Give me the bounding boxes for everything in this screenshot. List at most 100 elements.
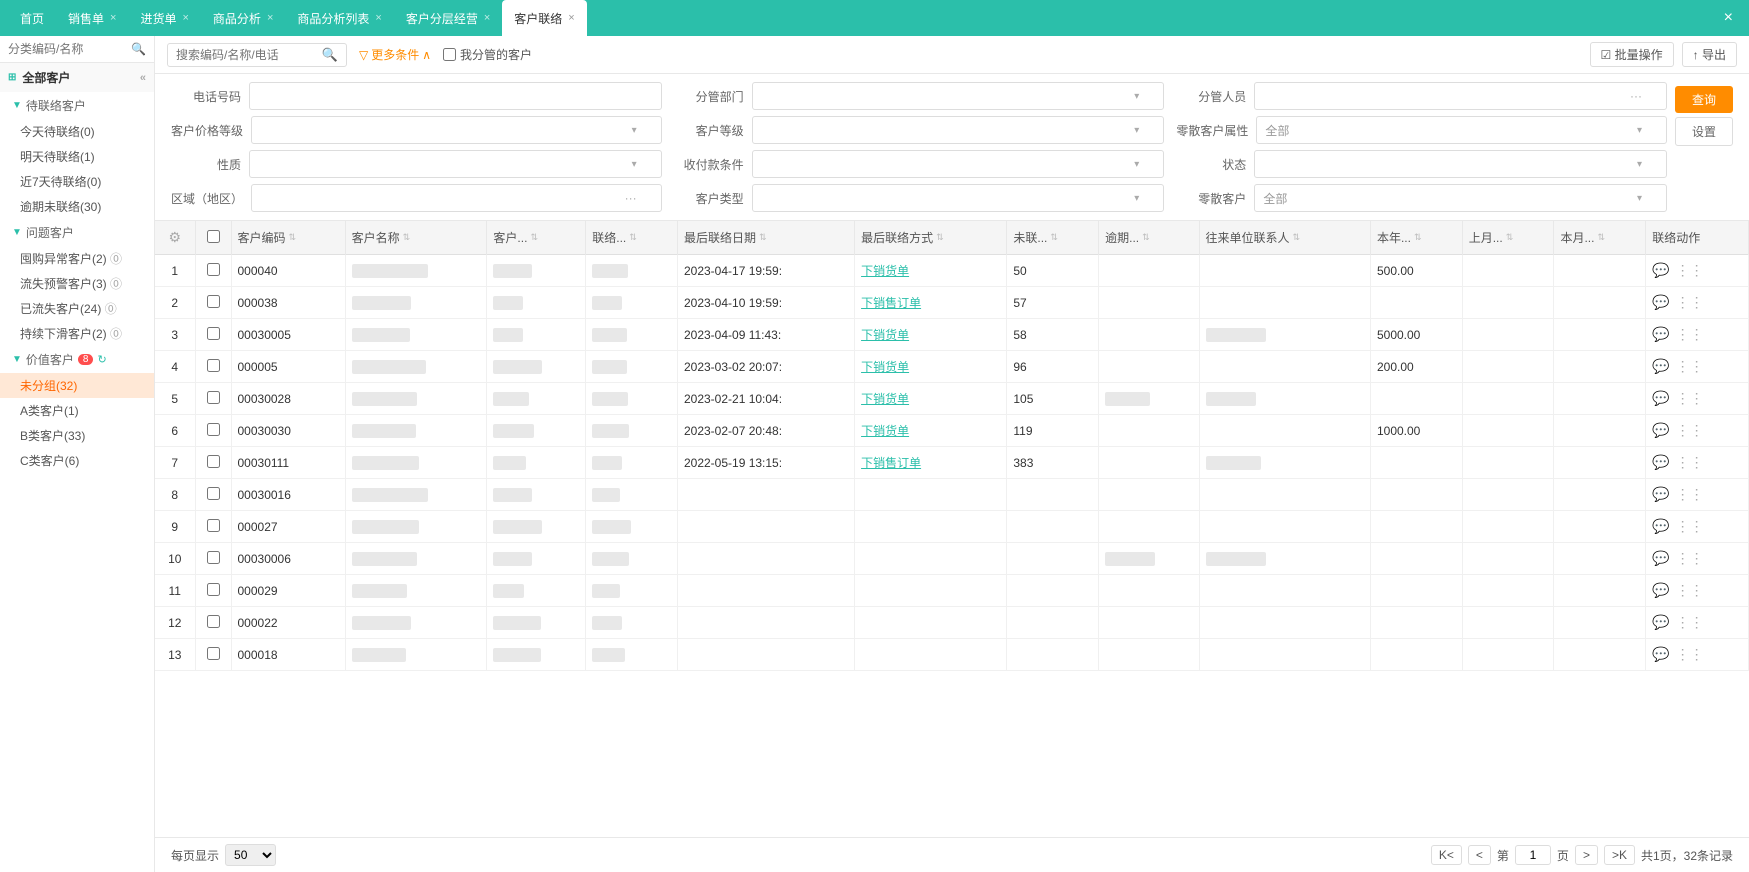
sidebar-item-class-b[interactable]: B类客户(33) <box>0 423 154 448</box>
more-actions-icon[interactable]: ⋮⋮ <box>1676 518 1704 535</box>
message-icon[interactable]: 💬 <box>1652 358 1669 375</box>
more-actions-icon[interactable]: ⋮⋮ <box>1676 486 1704 503</box>
more-actions-icon[interactable]: ⋮⋮ <box>1676 582 1704 599</box>
my-customers-check[interactable] <box>443 48 456 61</box>
more-actions-icon[interactable]: ⋮⋮ <box>1676 614 1704 631</box>
row-select-checkbox[interactable] <box>207 359 220 372</box>
message-icon[interactable]: 💬 <box>1652 550 1669 567</box>
row-select-checkbox[interactable] <box>207 391 220 404</box>
query-button[interactable]: 查询 <box>1675 86 1733 113</box>
search-input[interactable] <box>176 48 322 62</box>
message-icon[interactable]: 💬 <box>1652 518 1669 535</box>
close-icon[interactable]: × <box>375 12 381 24</box>
nature-select[interactable]: ▾ <box>249 150 662 178</box>
sidebar-item-tomorrow[interactable]: 明天待联络(1) <box>0 144 154 169</box>
status-select[interactable]: ▾ <box>1254 150 1667 178</box>
close-icon[interactable]: × <box>182 12 188 24</box>
page-number-input[interactable] <box>1515 845 1551 865</box>
more-conditions-button[interactable]: ▽ 更多条件 ∧ <box>359 46 431 63</box>
sidebar-item-overdue[interactable]: 逾期未联络(30) <box>0 194 154 219</box>
message-icon[interactable]: 💬 <box>1652 422 1669 439</box>
more-actions-icon[interactable]: ⋮⋮ <box>1676 550 1704 567</box>
close-icon[interactable]: × <box>484 12 490 24</box>
more-actions-icon[interactable]: ⋮⋮ <box>1676 390 1704 407</box>
sidebar-item-abnormal-hoarding[interactable]: 囤购异常客户(2) ⓪ <box>0 246 154 271</box>
message-icon[interactable]: 💬 <box>1652 454 1669 471</box>
close-icon[interactable]: × <box>568 12 574 24</box>
dept-select[interactable]: ▾ <box>752 82 1165 110</box>
prev-page-button[interactable]: < <box>1468 845 1491 865</box>
nav-tab-home[interactable]: 首页 <box>8 0 56 36</box>
manager-select[interactable]: ··· <box>1254 82 1667 110</box>
export-button[interactable]: ↑ 导出 <box>1682 42 1737 67</box>
per-page-select[interactable]: 50 100 200 <box>225 844 276 866</box>
group-value-customers[interactable]: ▼ 价值客户 8 ↻ <box>0 346 154 373</box>
sidebar-item-churned[interactable]: 已流失客户(24) ⓪ <box>0 296 154 321</box>
row-select-checkbox[interactable] <box>207 423 220 436</box>
search-icon[interactable]: 🔍 <box>322 47 338 63</box>
method-link[interactable]: 下销货单 <box>861 360 909 374</box>
more-actions-icon[interactable]: ⋮⋮ <box>1676 646 1704 663</box>
row-select-checkbox[interactable] <box>207 455 220 468</box>
row-select-checkbox[interactable] <box>207 615 220 628</box>
message-icon[interactable]: 💬 <box>1652 294 1669 311</box>
phone-input[interactable] <box>249 82 662 110</box>
nav-tab-purchase[interactable]: 进货单 × <box>128 0 200 36</box>
retail-customer-select[interactable]: 全部 ▾ <box>1254 184 1667 212</box>
sidebar-search-icon[interactable]: 🔍 <box>131 42 146 56</box>
select-all-checkbox[interactable] <box>207 230 220 243</box>
nav-tab-customer-contact[interactable]: 客户联络 × <box>502 0 586 36</box>
more-actions-icon[interactable]: ⋮⋮ <box>1676 454 1704 471</box>
customer-level-select[interactable]: ▾ <box>752 116 1165 144</box>
close-icon[interactable]: × <box>110 12 116 24</box>
more-actions-icon[interactable]: ⋮⋮ <box>1676 262 1704 279</box>
last-page-button[interactable]: >K <box>1604 845 1635 865</box>
sidebar-item-7days[interactable]: 近7天待联络(0) <box>0 169 154 194</box>
batch-op-button[interactable]: ☑ 批量操作 <box>1590 42 1674 67</box>
sidebar-item-class-a[interactable]: A类客户(1) <box>0 398 154 423</box>
nav-tab-customer-segment[interactable]: 客户分层经营 × <box>394 0 502 36</box>
group-problem-customers[interactable]: ▼ 问题客户 <box>0 219 154 246</box>
message-icon[interactable]: 💬 <box>1652 262 1669 279</box>
sidebar-item-declining[interactable]: 持续下滑客户(2) ⓪ <box>0 321 154 346</box>
method-link[interactable]: 下销货单 <box>861 424 909 438</box>
row-select-checkbox[interactable] <box>207 263 220 276</box>
method-link[interactable]: 下销售订单 <box>861 296 921 310</box>
message-icon[interactable]: 💬 <box>1652 486 1669 503</box>
message-icon[interactable]: 💬 <box>1652 646 1669 663</box>
next-page-button[interactable]: > <box>1575 845 1598 865</box>
more-actions-icon[interactable]: ⋮⋮ <box>1676 422 1704 439</box>
first-page-button[interactable]: K< <box>1431 845 1462 865</box>
row-select-checkbox[interactable] <box>207 647 220 660</box>
row-select-checkbox[interactable] <box>207 551 220 564</box>
more-actions-icon[interactable]: ⋮⋮ <box>1676 294 1704 311</box>
region-select[interactable]: ··· <box>251 184 662 212</box>
row-select-checkbox[interactable] <box>207 519 220 532</box>
retail-attr-select[interactable]: 全部 ▾ <box>1256 116 1667 144</box>
category-search-input[interactable] <box>8 42 127 56</box>
collapse-icon[interactable]: « <box>140 72 146 84</box>
row-select-checkbox[interactable] <box>207 295 220 308</box>
more-actions-icon[interactable]: ⋮⋮ <box>1676 326 1704 343</box>
message-icon[interactable]: 💬 <box>1652 582 1669 599</box>
nav-tab-analysis[interactable]: 商品分析 × <box>201 0 285 36</box>
group-pending-contact[interactable]: ▼ 待联络客户 <box>0 92 154 119</box>
nav-tab-sales[interactable]: 销售单 × <box>56 0 128 36</box>
method-link[interactable]: 下销货单 <box>861 264 909 278</box>
row-select-checkbox[interactable] <box>207 327 220 340</box>
row-select-checkbox[interactable] <box>207 583 220 596</box>
reset-button[interactable]: 设置 <box>1675 117 1733 146</box>
method-link[interactable]: 下销售订单 <box>861 456 921 470</box>
close-all-tabs-button[interactable]: × <box>1716 9 1741 27</box>
refresh-icon[interactable]: ↻ <box>97 353 106 366</box>
message-icon[interactable]: 💬 <box>1652 326 1669 343</box>
sidebar-item-today[interactable]: 今天待联络(0) <box>0 119 154 144</box>
payment-select[interactable]: ▾ <box>752 150 1165 178</box>
customer-type-select[interactable]: ▾ <box>752 184 1165 212</box>
all-customers-header[interactable]: ⊞ 全部客户 « <box>0 63 154 92</box>
settings-icon[interactable]: ⚙ <box>168 229 181 245</box>
sidebar-item-ungrouped[interactable]: 未分组(32) <box>0 373 154 398</box>
my-customers-checkbox[interactable]: 我分管的客户 <box>443 46 532 63</box>
method-link[interactable]: 下销货单 <box>861 392 909 406</box>
message-icon[interactable]: 💬 <box>1652 614 1669 631</box>
